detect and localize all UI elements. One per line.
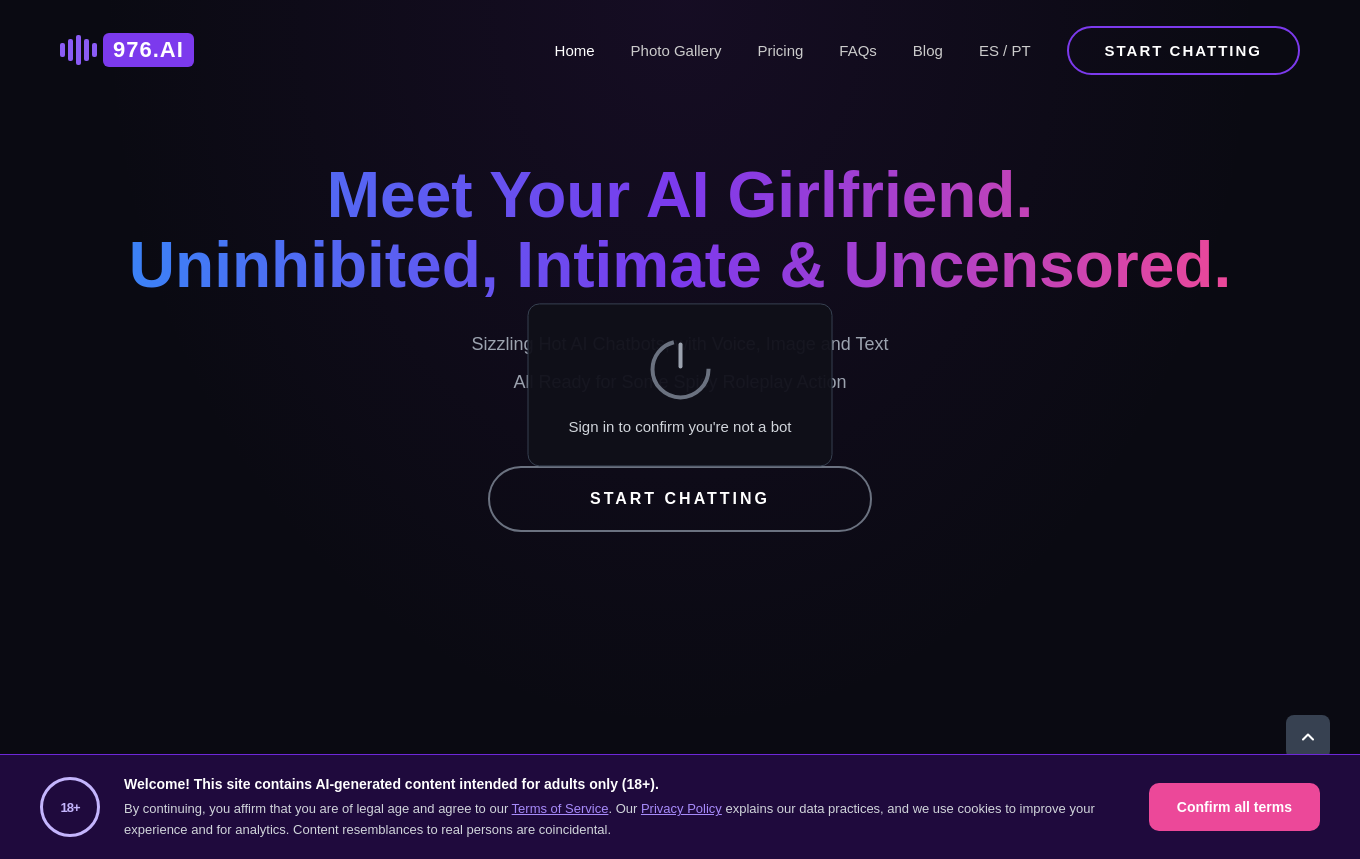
confirm-terms-button[interactable]: Confirm all terms — [1149, 783, 1320, 831]
hero-section: Meet Your AI Girlfriend. Uninhibited, In… — [0, 100, 1360, 572]
scroll-up-button[interactable] — [1286, 715, 1330, 759]
age-badge: 18+ — [40, 777, 100, 837]
logo-bars-icon — [60, 35, 97, 65]
nav-link-blog[interactable]: Blog — [913, 42, 943, 59]
nav-link-photo-gallery[interactable]: Photo Gallery — [631, 42, 722, 59]
hero-start-chatting-button[interactable]: START CHATTING — [488, 466, 872, 532]
logo-bar-1 — [60, 43, 65, 57]
captcha-text: Sign in to confirm you're not a bot — [569, 418, 792, 435]
privacy-link[interactable]: Privacy Policy — [641, 801, 722, 816]
hero-title-line2: Uninhibited, Intimate & Uncensored. — [129, 230, 1231, 300]
consent-banner: 18+ Welcome! This site contains AI-gener… — [0, 754, 1360, 859]
logo-bar-2 — [68, 39, 73, 61]
power-icon — [645, 334, 715, 404]
consent-middle: . Our — [608, 801, 641, 816]
logo-bar-4 — [84, 39, 89, 61]
captcha-overlay: Sign in to confirm you're not a bot — [528, 303, 833, 466]
nav-link-pricing[interactable]: Pricing — [757, 42, 803, 59]
logo-bar-3 — [76, 35, 81, 65]
nav-link-home[interactable]: Home — [555, 42, 595, 59]
nav-link-lang[interactable]: ES / PT — [979, 42, 1031, 59]
chevron-up-icon — [1298, 727, 1318, 747]
logo-text: 976.AI — [113, 37, 184, 62]
consent-body: By continuing, you affirm that you are o… — [124, 801, 512, 816]
logo-text-box: 976.AI — [103, 33, 194, 67]
navbar: 976.AI Home Photo Gallery Pricing FAQs B… — [0, 0, 1360, 100]
consent-text: Welcome! This site contains AI-generated… — [124, 773, 1125, 841]
logo-bar-5 — [92, 43, 97, 57]
nav-start-chatting-button[interactable]: START CHATTING — [1067, 26, 1300, 75]
hero-title-line1: Meet Your AI Girlfriend. — [129, 160, 1231, 230]
hero-title: Meet Your AI Girlfriend. Uninhibited, In… — [129, 160, 1231, 301]
logo[interactable]: 976.AI — [60, 33, 194, 67]
nav-link-faqs[interactable]: FAQs — [839, 42, 877, 59]
nav-links: Home Photo Gallery Pricing FAQs Blog ES … — [555, 26, 1300, 75]
tos-link[interactable]: Terms of Service — [512, 801, 609, 816]
consent-title: Welcome! This site contains AI-generated… — [124, 773, 1125, 795]
